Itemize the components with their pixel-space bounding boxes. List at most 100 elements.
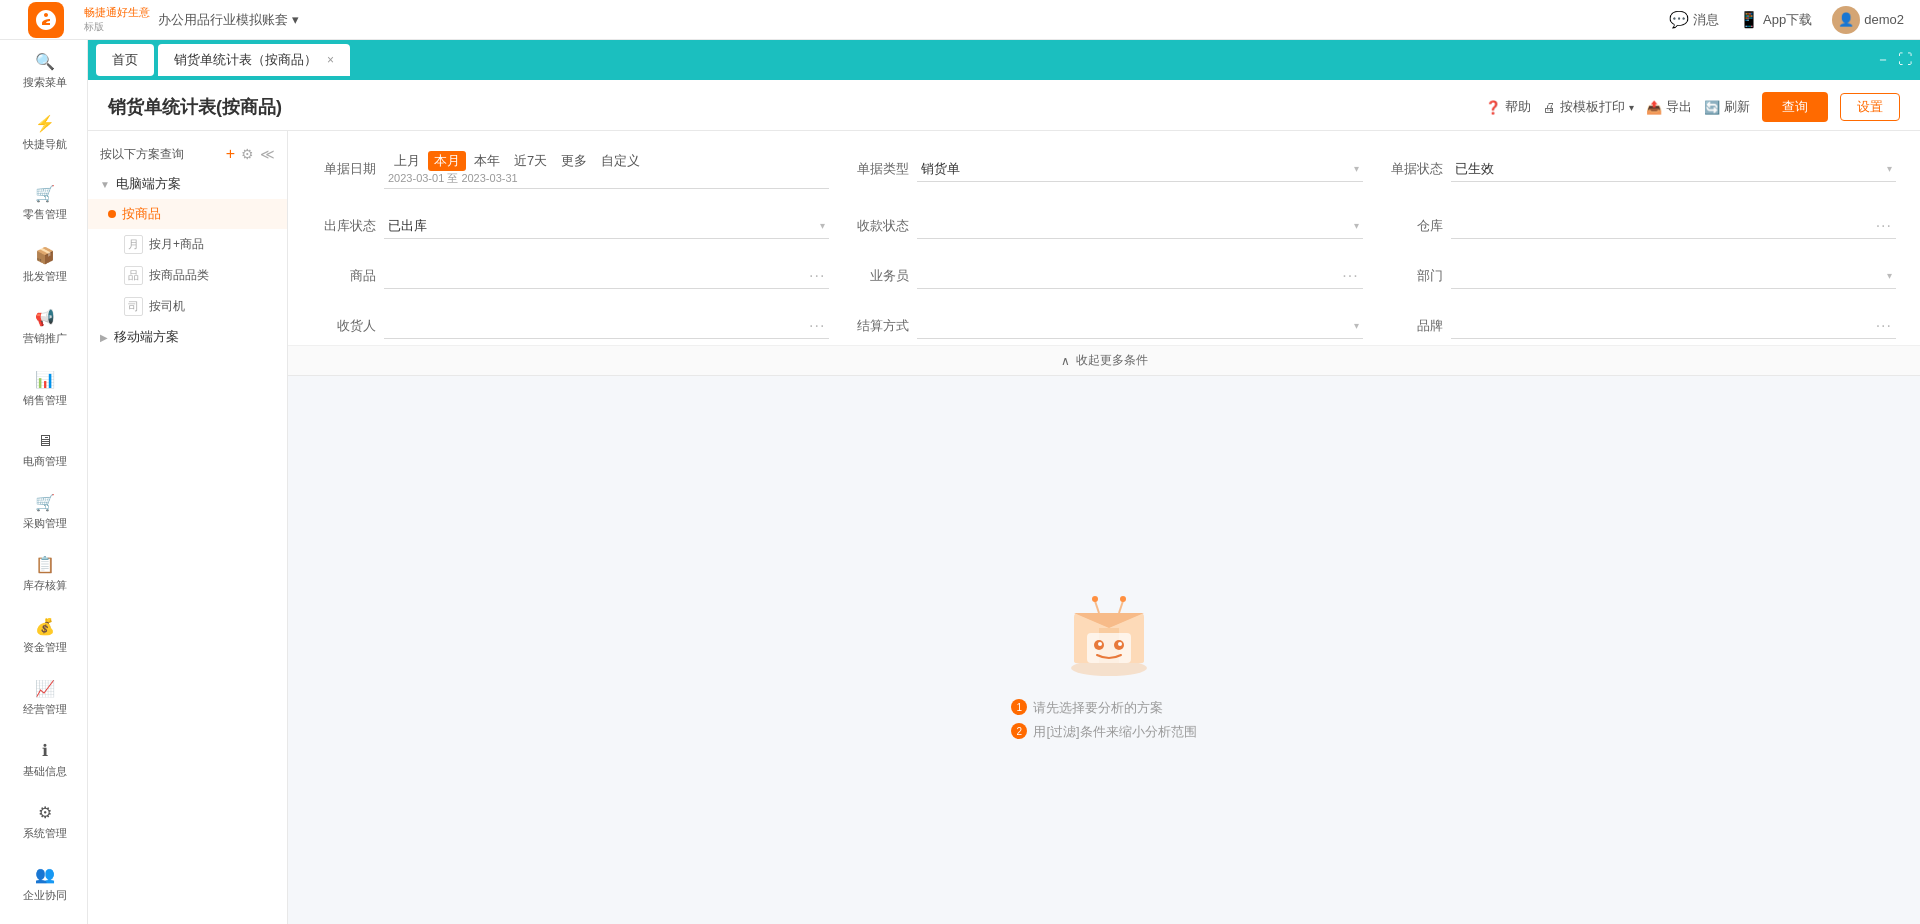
date-custom[interactable]: 自定义 xyxy=(595,152,646,170)
tab-home[interactable]: 首页 xyxy=(96,44,154,76)
app-name-dropdown[interactable]: 办公用品行业模拟账套 ▾ xyxy=(158,11,299,29)
filter-doc-status-label: 单据状态 xyxy=(1379,160,1451,178)
filter-brand-item: 品牌 ··· xyxy=(1371,307,1904,345)
wholesale-icon: 📦 xyxy=(35,246,55,265)
message-label: 消息 xyxy=(1693,11,1719,29)
help-btn[interactable]: ❓ 帮助 xyxy=(1485,98,1531,116)
collapse-btn[interactable]: ∧ 收起更多条件 xyxy=(288,345,1920,375)
sidebar-item-marketing[interactable]: 📢 营销推广 xyxy=(0,296,87,358)
query-btn[interactable]: 查询 xyxy=(1762,92,1828,122)
app-download-btn[interactable]: 📱 App下载 xyxy=(1739,10,1812,29)
settings-btn[interactable]: 设置 xyxy=(1840,93,1900,121)
filter-receipt-status-item: 收款状态 ▾ xyxy=(837,207,1370,245)
folder-mobile-arrow-icon: ▶ xyxy=(100,332,108,343)
user-profile[interactable]: 👤 demo2 xyxy=(1832,6,1904,34)
date-more[interactable]: 更多 xyxy=(555,152,593,170)
filter-doc-status-control[interactable]: 已生效 ▾ xyxy=(1451,156,1896,182)
sidebar-item-retail[interactable]: 🛒 零售管理 xyxy=(0,172,87,234)
export-icon: 📤 xyxy=(1646,100,1662,115)
date-prev-month[interactable]: 上月 xyxy=(388,152,426,170)
filter-salesperson-item: 业务员 ··· xyxy=(837,257,1370,295)
sidebar-item-inventory[interactable]: 📋 库存核算 xyxy=(0,543,87,605)
page-title: 销货单统计表(按商品) xyxy=(108,95,282,119)
out-status-caret: ▾ xyxy=(820,220,825,231)
filter-section: 单据日期 上月 本月 本年 近7天 更多 自定义 20 xyxy=(288,131,1920,376)
help-icon: ❓ xyxy=(1485,100,1501,115)
message-btn[interactable]: 💬 消息 xyxy=(1669,10,1719,29)
sidebar-item-search[interactable]: 🔍 搜索菜单 xyxy=(0,40,87,102)
tab-close-icon[interactable]: × xyxy=(327,53,334,67)
filter-doc-status-item: 单据状态 已生效 ▾ xyxy=(1371,143,1904,195)
tab-maximize-btn[interactable]: ⛶ xyxy=(1898,51,1912,69)
doc-status-caret: ▾ xyxy=(1887,163,1892,174)
tab-bar-actions: － ⛶ xyxy=(1876,51,1912,69)
sidebar-item-shortcuts[interactable]: ⚡ 快捷导航 xyxy=(0,102,87,164)
tree-folder-pc[interactable]: ▼ 电脑端方案 xyxy=(88,169,287,199)
page-actions: ❓ 帮助 🖨 按模板打印 ▾ 📤 导出 🔄 刷新 查询 设置 xyxy=(1485,92,1900,122)
illustration-box xyxy=(1039,553,1169,683)
filter-row-3: 商品 ··· 业务员 ··· xyxy=(288,245,1920,295)
template-print-label: 按模板打印 xyxy=(1560,98,1625,116)
sidebar-item-wholesale[interactable]: 📦 批发管理 xyxy=(0,234,87,296)
tab-sales-report[interactable]: 销货单统计表（按商品） × xyxy=(158,44,350,76)
sidebar-item-operations[interactable]: 📈 经营管理 xyxy=(0,667,87,729)
brand-dots: ··· xyxy=(1876,317,1892,335)
filter-out-status-item: 出库状态 已出库 ▾ xyxy=(304,207,837,245)
filter-payment-label: 结算方式 xyxy=(845,317,917,335)
filter-receiver-item: 收货人 ··· xyxy=(304,307,837,345)
sidebar-label-wholesale: 批发管理 xyxy=(23,269,67,284)
tree-add-icon[interactable]: + xyxy=(226,145,235,163)
tree-collapse-icon[interactable]: ≪ xyxy=(260,146,275,162)
sidebar-item-guide[interactable]: 🎓 新手引导 xyxy=(0,915,87,924)
tree-settings-icon[interactable]: ⚙ xyxy=(241,146,254,162)
filter-doc-type-control[interactable]: 销货单 ▾ xyxy=(917,156,1362,182)
tab-minimize-btn[interactable]: － xyxy=(1876,51,1890,69)
date-current-month[interactable]: 本月 xyxy=(428,151,466,171)
shortcuts-icon: ⚡ xyxy=(35,114,55,133)
sidebar-item-purchase[interactable]: 🛒 采购管理 xyxy=(0,481,87,543)
template-print-btn[interactable]: 🖨 按模板打印 ▾ xyxy=(1543,98,1634,116)
tree-folder-mobile[interactable]: ▶ 移动端方案 xyxy=(88,322,287,352)
sidebar-label-inventory: 库存核算 xyxy=(23,578,67,593)
filter-payment-control[interactable]: ▾ xyxy=(917,313,1362,339)
sidebar-label-purchase: 采购管理 xyxy=(23,516,67,531)
date-current-year[interactable]: 本年 xyxy=(468,152,506,170)
filter-warehouse-control[interactable]: ··· xyxy=(1451,213,1896,239)
sidebar-item-basic-info[interactable]: ℹ 基础信息 xyxy=(0,729,87,791)
filter-receipt-status-control[interactable]: ▾ xyxy=(917,213,1362,239)
sidebar-item-finance[interactable]: 💰 资金管理 xyxy=(0,605,87,667)
refresh-btn[interactable]: 🔄 刷新 xyxy=(1704,98,1750,116)
export-btn[interactable]: 📤 导出 xyxy=(1646,98,1692,116)
sidebar-label-marketing: 营销推广 xyxy=(23,331,67,346)
tree-sub-node-driver[interactable]: 司 按司机 xyxy=(88,291,287,322)
tree-sub-node-monthly[interactable]: 月 按月+商品 xyxy=(88,229,287,260)
hint-text-2: 用[过滤]条件来缩小分析范围 xyxy=(1033,723,1196,741)
marketing-icon: 📢 xyxy=(35,308,55,327)
export-label: 导出 xyxy=(1666,98,1692,116)
print-icon: 🖨 xyxy=(1543,100,1556,115)
filter-warehouse-label: 仓库 xyxy=(1379,217,1451,235)
filter-out-status-control[interactable]: 已出库 ▾ xyxy=(384,213,829,239)
enterprise-icon: 👥 xyxy=(35,865,55,884)
empty-state: 1 请先选择要分析的方案 2 用[过滤]条件来缩小分析范围 xyxy=(288,376,1920,924)
tree-folder-mobile-label: 移动端方案 xyxy=(114,328,179,346)
folder-arrow-icon: ▼ xyxy=(100,179,110,190)
dropdown-arrow: ▾ xyxy=(292,12,299,27)
payment-caret: ▾ xyxy=(1354,320,1359,331)
filter-receiver-control[interactable]: ··· xyxy=(384,313,829,339)
filter-brand-control[interactable]: ··· xyxy=(1451,313,1896,339)
sidebar-item-system[interactable]: ⚙ 系统管理 xyxy=(0,791,87,853)
svg-point-9 xyxy=(1098,642,1102,646)
sidebar-item-sales[interactable]: 📊 销售管理 xyxy=(0,358,87,420)
date-7days[interactable]: 近7天 xyxy=(508,152,553,170)
filter-date-control[interactable]: 上月 本月 本年 近7天 更多 自定义 2023-03-01 至 2023-03… xyxy=(384,149,829,189)
sidebar-label-system: 系统管理 xyxy=(23,826,67,841)
filter-dept-control[interactable]: ▾ xyxy=(1451,263,1896,289)
tree-node-label-active: 按商品 xyxy=(122,205,161,223)
tree-node-by-product[interactable]: 按商品 xyxy=(88,199,287,229)
tree-sub-node-category[interactable]: 品 按商品品类 xyxy=(88,260,287,291)
sidebar-item-enterprise[interactable]: 👥 企业协同 xyxy=(0,853,87,915)
sidebar-item-ecommerce[interactable]: 🖥 电商管理 xyxy=(0,420,87,481)
filter-goods-control[interactable]: ··· xyxy=(384,263,829,289)
filter-salesperson-control[interactable]: ··· xyxy=(917,263,1362,289)
